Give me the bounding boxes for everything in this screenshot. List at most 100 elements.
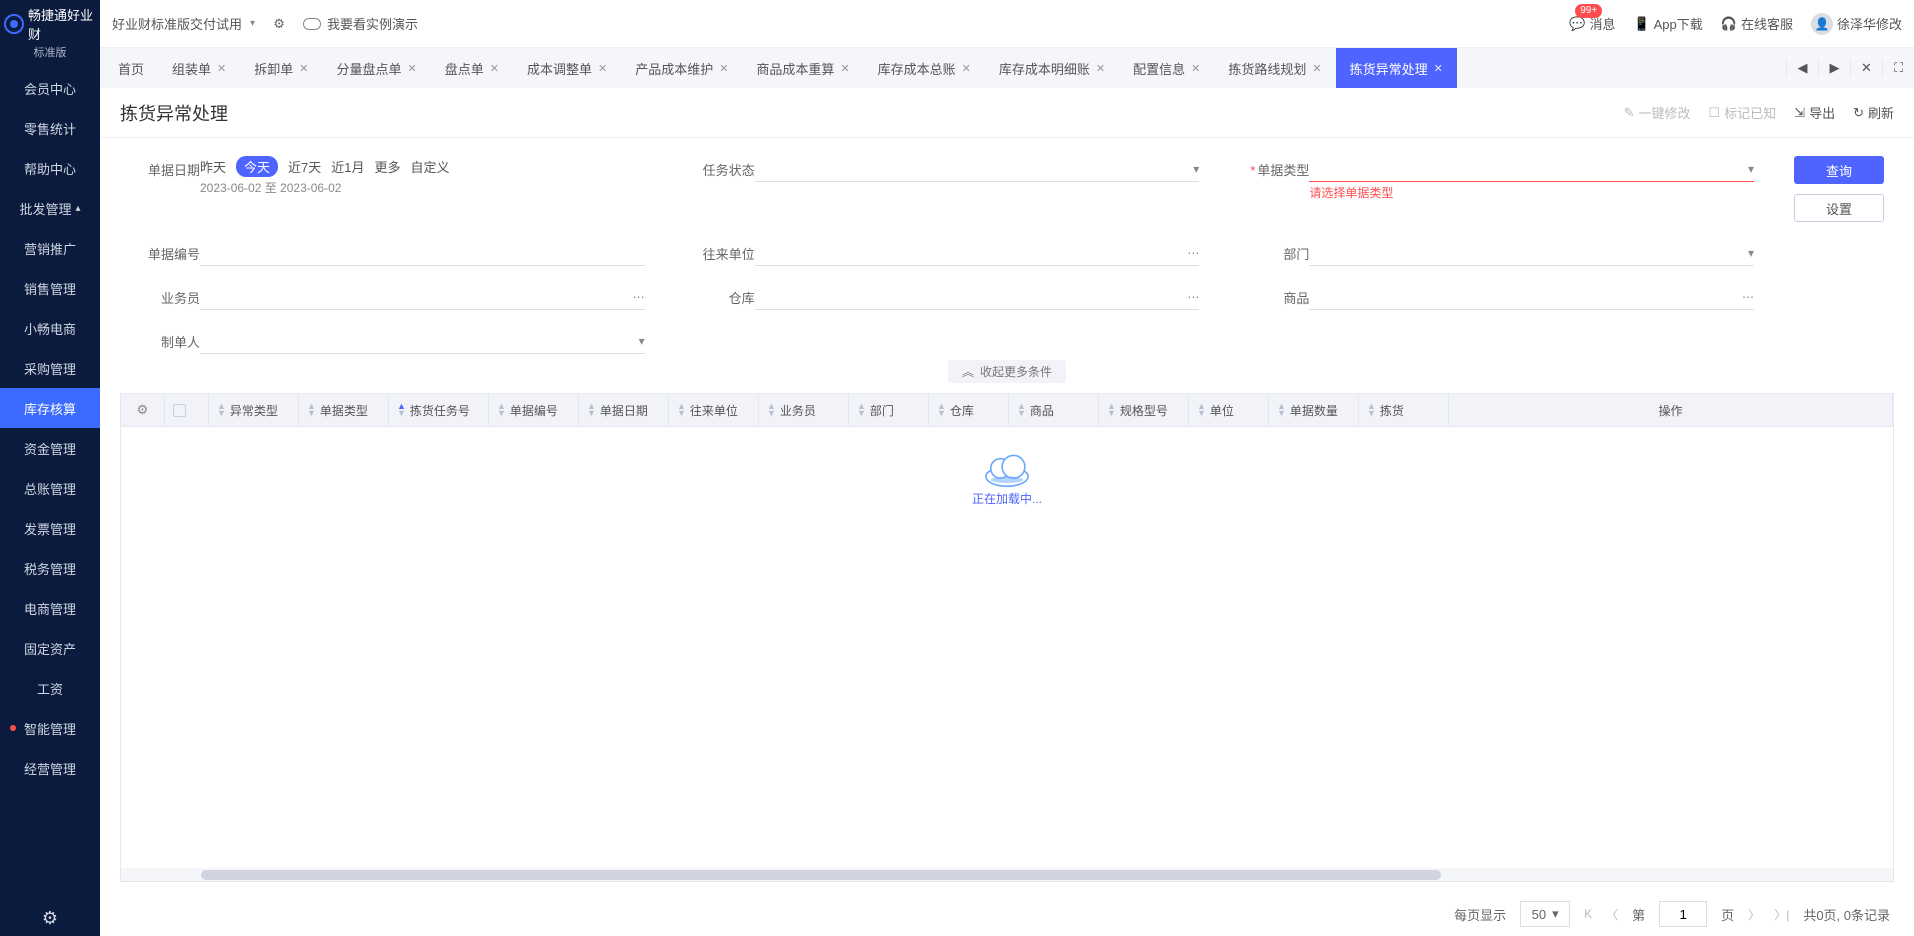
refresh-button[interactable]: ↻ 刷新 — [1853, 103, 1894, 122]
table-col-header[interactable]: ▲▼异常类型 — [209, 394, 299, 426]
sidebar-item[interactable]: 采购管理 — [0, 348, 100, 388]
sort-icon[interactable]: ▲▼ — [397, 403, 406, 417]
table-col-header[interactable]: ▲▼单据类型 — [299, 394, 389, 426]
sidebar-item[interactable]: 帮助中心 — [0, 148, 100, 188]
sidebar-item[interactable]: 税务管理 — [0, 548, 100, 588]
table-col-header[interactable]: ▲▼单据数量 — [1269, 394, 1359, 426]
close-icon[interactable]: ✕ — [490, 62, 499, 75]
doc-type-select[interactable]: ▾ — [1309, 156, 1754, 182]
close-icon[interactable]: ✕ — [1191, 62, 1200, 75]
close-icon[interactable]: ✕ — [408, 62, 417, 75]
tab[interactable]: 拆卸单✕ — [240, 48, 322, 88]
date-range-option[interactable]: 今天 — [236, 156, 278, 177]
table-col-header[interactable]: ▲▼单据日期 — [579, 394, 669, 426]
export-button[interactable]: ⇲ 导出 — [1794, 103, 1835, 122]
close-icon[interactable]: ✕ — [840, 62, 849, 75]
sidebar-item[interactable]: 固定资产 — [0, 628, 100, 668]
sort-icon[interactable]: ▲▼ — [1107, 403, 1116, 417]
tab-scroll-left[interactable]: ◀ — [1786, 60, 1818, 76]
task-status-select[interactable]: ▾ — [755, 156, 1200, 182]
date-range-option[interactable]: 昨天 — [200, 157, 226, 176]
close-icon[interactable]: ✕ — [962, 62, 971, 75]
sidebar-item[interactable]: 资金管理 — [0, 428, 100, 468]
page-input[interactable] — [1659, 901, 1707, 927]
sort-icon[interactable]: ▲▼ — [497, 403, 506, 417]
sidebar-item[interactable]: 发票管理 — [0, 508, 100, 548]
tab[interactable]: 库存成本明细账✕ — [985, 48, 1119, 88]
sidebar-item[interactable]: 批发管理 — [0, 188, 100, 228]
sidebar-settings-icon[interactable]: ⚙ — [0, 900, 100, 936]
table-col-header[interactable]: ▲▼规格型号 — [1099, 394, 1189, 426]
sort-icon[interactable]: ▲▼ — [1017, 403, 1026, 417]
sort-icon[interactable]: ▲▼ — [1367, 403, 1376, 417]
pager-first[interactable]: K — [1584, 907, 1592, 921]
dept-select[interactable]: ▾ — [1309, 240, 1754, 266]
collapse-filters-button[interactable]: ︽ 收起更多条件 — [948, 360, 1066, 383]
sidebar-item[interactable]: 库存核算 — [0, 388, 100, 428]
table-col-header[interactable]: ▲▼单据编号 — [489, 394, 579, 426]
sidebar-item[interactable]: 电商管理 — [0, 588, 100, 628]
sidebar-item[interactable]: 营销推广 — [0, 228, 100, 268]
product-selector[interactable]: 好业财标准版交付试用 ▾ — [112, 14, 255, 33]
table-col-header[interactable]: ▲▼商品 — [1009, 394, 1099, 426]
close-icon[interactable]: ✕ — [217, 62, 226, 75]
sort-icon[interactable]: ▲▼ — [307, 403, 316, 417]
user-menu[interactable]: 👤 徐泽华修改 — [1811, 13, 1902, 35]
select-all-col[interactable] — [165, 394, 209, 426]
app-download-link[interactable]: 📱 App下载 — [1633, 14, 1702, 33]
sort-icon[interactable]: ▲▼ — [937, 403, 946, 417]
tab[interactable]: 成本调整单✕ — [513, 48, 621, 88]
doc-no-input[interactable] — [200, 240, 645, 266]
tab-close-all[interactable]: ✕ — [1850, 60, 1882, 76]
pager-last[interactable]: 〉| — [1774, 906, 1789, 923]
tab[interactable]: 拣货路线规划✕ — [1214, 48, 1335, 88]
settings-icon[interactable]: ⚙ — [269, 14, 289, 34]
table-settings-col[interactable]: ⚙ — [121, 394, 165, 426]
page-size-select[interactable]: 50 ▾ — [1520, 901, 1570, 927]
sort-icon[interactable]: ▲▼ — [767, 403, 776, 417]
tab[interactable]: 库存成本总账✕ — [864, 48, 985, 88]
date-range-option[interactable]: 更多 — [375, 157, 401, 176]
table-col-header[interactable]: ▲▼单位 — [1189, 394, 1269, 426]
sort-icon[interactable]: ▲▼ — [1277, 403, 1286, 417]
sidebar-item[interactable]: 零售统计 — [0, 108, 100, 148]
sort-icon[interactable]: ▲▼ — [857, 403, 866, 417]
goods-input[interactable]: ⋯ — [1309, 284, 1754, 310]
demo-link[interactable]: 我要看实例演示 — [303, 14, 418, 33]
table-hscrollbar[interactable] — [120, 868, 1894, 882]
tab[interactable]: 盘点单✕ — [431, 48, 513, 88]
tab[interactable]: 组装单✕ — [158, 48, 240, 88]
sidebar-item[interactable]: 经营管理 — [0, 748, 100, 788]
sort-icon[interactable]: ▲▼ — [217, 403, 226, 417]
tab[interactable]: 配置信息✕ — [1119, 48, 1214, 88]
close-icon[interactable]: ✕ — [1434, 62, 1443, 75]
sidebar-item[interactable]: 总账管理 — [0, 468, 100, 508]
date-range-option[interactable]: 近1月 — [331, 157, 364, 176]
messages-link[interactable]: 99+ 💬 消息 — [1569, 14, 1615, 33]
table-col-header[interactable]: ▲▼仓库 — [929, 394, 1009, 426]
salesperson-input[interactable]: ⋯ — [200, 284, 645, 310]
table-col-header[interactable]: ▲▼拣货任务号 — [389, 394, 489, 426]
tab[interactable]: 首页 — [104, 48, 158, 88]
table-col-header[interactable]: ▲▼部门 — [849, 394, 929, 426]
maker-select[interactable]: ▾ — [200, 328, 645, 354]
tab-scroll-right[interactable]: ▶ — [1818, 60, 1850, 76]
sidebar-item[interactable]: 销售管理 — [0, 268, 100, 308]
date-range-option[interactable]: 近7天 — [288, 157, 321, 176]
pager-next[interactable]: 〉 — [1748, 906, 1760, 923]
table-col-header[interactable]: ▲▼往来单位 — [669, 394, 759, 426]
close-icon[interactable]: ✕ — [719, 62, 728, 75]
sort-icon[interactable]: ▲▼ — [677, 403, 686, 417]
sidebar-item[interactable]: 会员中心 — [0, 68, 100, 108]
sidebar-item[interactable]: 工资 — [0, 668, 100, 708]
date-range-option[interactable]: 自定义 — [411, 157, 450, 176]
tab[interactable]: 分量盘点单✕ — [322, 48, 430, 88]
close-icon[interactable]: ✕ — [1096, 62, 1105, 75]
tab[interactable]: 商品成本重算✕ — [742, 48, 863, 88]
sidebar-item[interactable]: 智能管理 — [0, 708, 100, 748]
sort-icon[interactable]: ▲▼ — [1197, 403, 1206, 417]
close-icon[interactable]: ✕ — [299, 62, 308, 75]
partner-input[interactable]: ⋯ — [755, 240, 1200, 266]
sort-icon[interactable]: ▲▼ — [587, 403, 596, 417]
close-icon[interactable]: ✕ — [1312, 62, 1321, 75]
